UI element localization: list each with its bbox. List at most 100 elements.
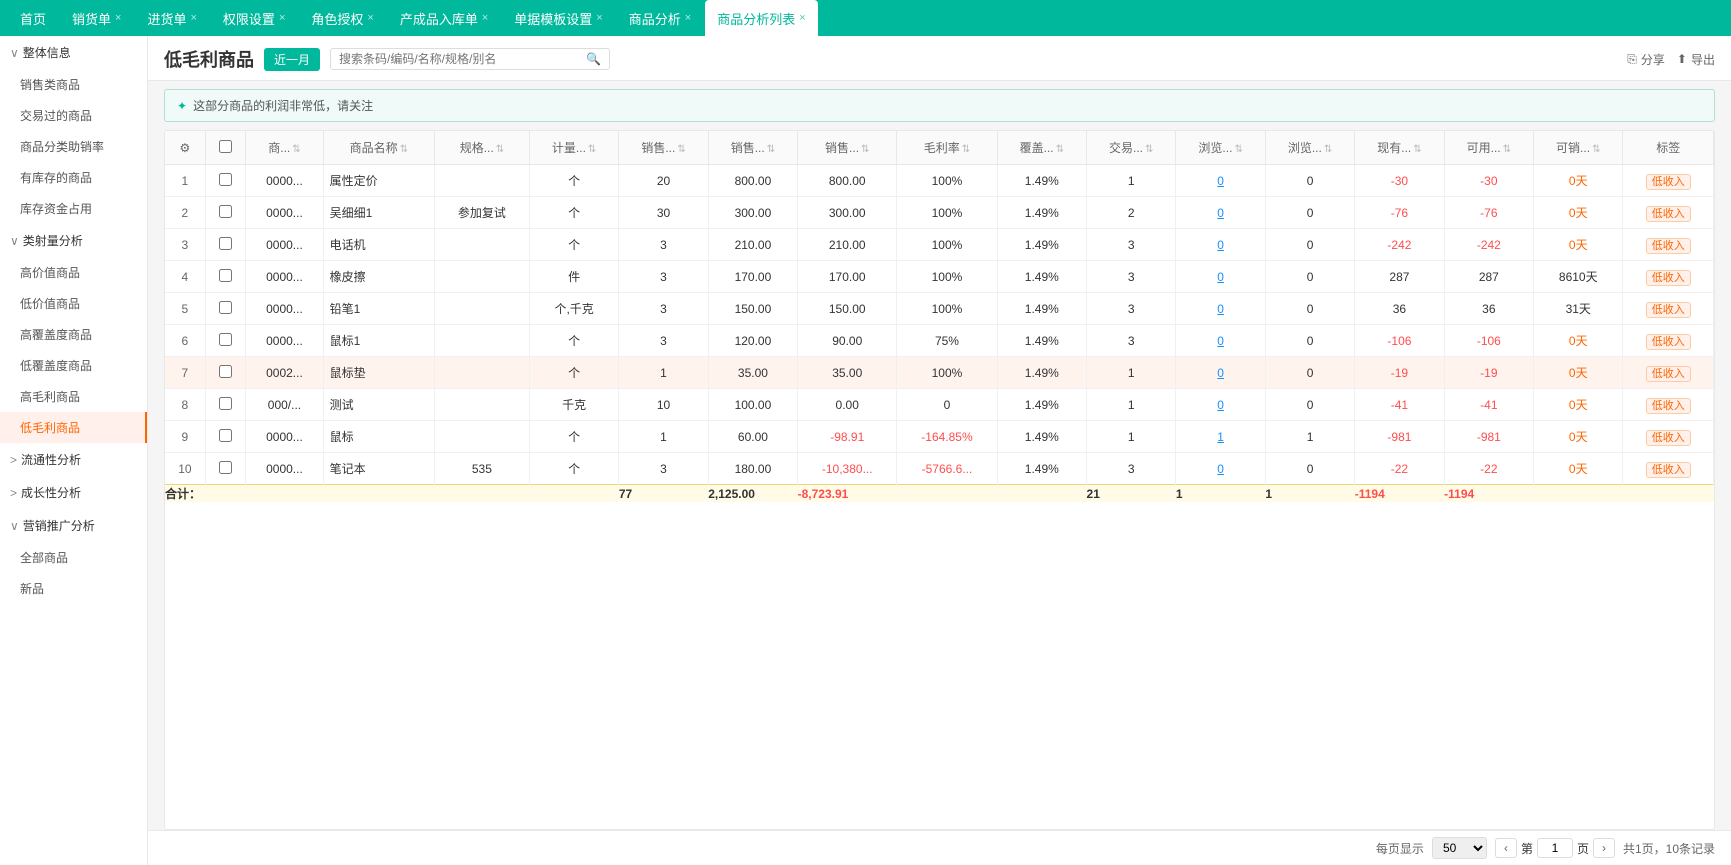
- cell-checkbox[interactable]: [205, 197, 245, 229]
- col-header-views2[interactable]: 浏览...⇅: [1265, 131, 1354, 165]
- sidebar-item-低覆盖度商品[interactable]: 低覆盖度商品: [0, 350, 147, 381]
- cell-checkbox[interactable]: [205, 453, 245, 485]
- col-header-sales_qty[interactable]: 销售...⇅: [619, 131, 708, 165]
- search-input[interactable]: [339, 52, 586, 66]
- sidebar-item-高覆盖度商品[interactable]: 高覆盖度商品: [0, 319, 147, 350]
- nav-item-权限设置[interactable]: 权限设置×: [211, 0, 297, 36]
- nav-close-icon[interactable]: ×: [190, 12, 196, 24]
- prev-page-button[interactable]: ‹: [1495, 838, 1517, 858]
- sidebar-item-交易过的商品[interactable]: 交易过的商品: [0, 100, 147, 131]
- views-link[interactable]: 0: [1217, 302, 1224, 316]
- nav-item-角色授权[interactable]: 角色授权×: [299, 0, 385, 36]
- cell-checkbox[interactable]: [205, 165, 245, 197]
- sidebar-item-高毛利商品[interactable]: 高毛利商品: [0, 381, 147, 412]
- sidebar-item-销售类商品[interactable]: 销售类商品: [0, 69, 147, 100]
- nav-item-商品分析列表[interactable]: 商品分析列表×: [705, 0, 817, 36]
- col-header-unit[interactable]: 计量...⇅: [529, 131, 618, 165]
- views-link[interactable]: 0: [1217, 334, 1224, 348]
- row-checkbox[interactable]: [219, 205, 232, 218]
- row-checkbox[interactable]: [219, 461, 232, 474]
- settings-icon[interactable]: ⚙: [180, 141, 191, 155]
- views-link[interactable]: 0: [1217, 462, 1224, 476]
- cell-views1[interactable]: 0: [1176, 453, 1265, 485]
- export-button[interactable]: ⬆ 导出: [1677, 51, 1715, 68]
- col-header-available[interactable]: 可用...⇅: [1444, 131, 1533, 165]
- cell-checkbox[interactable]: [205, 357, 245, 389]
- nav-item-首页[interactable]: 首页: [8, 0, 58, 36]
- sidebar-item-商品分类助销率[interactable]: 商品分类助销率: [0, 131, 147, 162]
- cell-checkbox[interactable]: [205, 229, 245, 261]
- row-checkbox[interactable]: [219, 269, 232, 282]
- nav-item-商品分析[interactable]: 商品分析×: [617, 0, 703, 36]
- row-checkbox[interactable]: [219, 397, 232, 410]
- nav-item-单据模板设置[interactable]: 单据模板设置×: [502, 0, 614, 36]
- row-checkbox[interactable]: [219, 173, 232, 186]
- sidebar-item-全部商品[interactable]: 全部商品: [0, 542, 147, 573]
- row-checkbox[interactable]: [219, 429, 232, 442]
- row-checkbox[interactable]: [219, 301, 232, 314]
- nav-close-icon[interactable]: ×: [115, 12, 121, 24]
- views-link[interactable]: 0: [1217, 174, 1224, 188]
- views-link[interactable]: 0: [1217, 366, 1224, 380]
- cell-views1[interactable]: 1: [1176, 421, 1265, 453]
- sidebar-item-低价值商品[interactable]: 低价值商品: [0, 288, 147, 319]
- col-header-sales_amount[interactable]: 销售...⇅: [798, 131, 897, 165]
- share-button[interactable]: ⎘ 分享: [1627, 51, 1665, 68]
- row-checkbox[interactable]: [219, 365, 232, 378]
- nav-close-icon[interactable]: ×: [279, 12, 285, 24]
- col-header-sellable[interactable]: 可销...⇅: [1534, 131, 1623, 165]
- sidebar-item-新品[interactable]: 新品: [0, 573, 147, 604]
- sidebar-item-低毛利商品[interactable]: 低毛利商品: [0, 412, 147, 443]
- sidebar-item-有库存的商品[interactable]: 有库存的商品: [0, 162, 147, 193]
- sidebar-group-成长性分析[interactable]: >成长性分析: [0, 476, 147, 509]
- row-checkbox[interactable]: [219, 237, 232, 250]
- cell-checkbox[interactable]: [205, 421, 245, 453]
- col-header-current_stock[interactable]: 现有...⇅: [1355, 131, 1444, 165]
- sidebar-group-整体信息[interactable]: ∨整体信息: [0, 36, 147, 69]
- cell-views1[interactable]: 0: [1176, 165, 1265, 197]
- cell-views1[interactable]: 0: [1176, 229, 1265, 261]
- select-all-checkbox[interactable]: [219, 140, 232, 153]
- sidebar-item-库存资金占用[interactable]: 库存资金占用: [0, 193, 147, 224]
- col-header-views1[interactable]: 浏览...⇅: [1176, 131, 1265, 165]
- nav-item-产成品入库单[interactable]: 产成品入库单×: [388, 0, 500, 36]
- cell-checkbox[interactable]: [205, 389, 245, 421]
- col-header-code[interactable]: 商...⇅: [246, 131, 323, 165]
- col-header-sales_price[interactable]: 销售...⇅: [708, 131, 797, 165]
- col-header-trade[interactable]: 交易...⇅: [1087, 131, 1176, 165]
- page-input[interactable]: [1537, 838, 1573, 858]
- nav-close-icon[interactable]: ×: [685, 12, 691, 24]
- cell-views1[interactable]: 0: [1176, 325, 1265, 357]
- sidebar-item-高价值商品[interactable]: 高价值商品: [0, 257, 147, 288]
- cell-views1[interactable]: 0: [1176, 261, 1265, 293]
- nav-close-icon[interactable]: ×: [367, 12, 373, 24]
- col-header-gross_rate[interactable]: 毛利率⇅: [897, 131, 997, 165]
- cell-views1[interactable]: 0: [1176, 197, 1265, 229]
- cell-checkbox[interactable]: [205, 325, 245, 357]
- cell-views1[interactable]: 0: [1176, 389, 1265, 421]
- nav-close-icon[interactable]: ×: [596, 12, 602, 24]
- views-link[interactable]: 0: [1217, 206, 1224, 220]
- search-icon[interactable]: 🔍: [586, 52, 601, 66]
- sidebar-group-类射量分析[interactable]: ∨类射量分析: [0, 224, 147, 257]
- cell-views1[interactable]: 0: [1176, 357, 1265, 389]
- col-header-name[interactable]: 商品名称⇅: [323, 131, 434, 165]
- sidebar-group-流通性分析[interactable]: >流通性分析: [0, 443, 147, 476]
- nav-close-icon[interactable]: ×: [482, 12, 488, 24]
- views-link[interactable]: 1: [1217, 430, 1224, 444]
- sidebar-group-营销推广分析[interactable]: ∨营销推广分析: [0, 509, 147, 542]
- nav-item-进货单[interactable]: 进货单×: [135, 0, 208, 36]
- cell-checkbox[interactable]: [205, 261, 245, 293]
- cell-checkbox[interactable]: [205, 293, 245, 325]
- col-header-coverage[interactable]: 覆盖...⇅: [997, 131, 1086, 165]
- nav-close-icon[interactable]: ×: [799, 12, 805, 24]
- cell-views1[interactable]: 0: [1176, 293, 1265, 325]
- filter-button[interactable]: 近一月: [264, 48, 320, 71]
- per-page-select[interactable]: 50 100 200: [1432, 837, 1487, 859]
- nav-item-销货单[interactable]: 销货单×: [60, 0, 133, 36]
- next-page-button[interactable]: ›: [1593, 838, 1615, 858]
- views-link[interactable]: 0: [1217, 270, 1224, 284]
- row-checkbox[interactable]: [219, 333, 232, 346]
- views-link[interactable]: 0: [1217, 398, 1224, 412]
- views-link[interactable]: 0: [1217, 238, 1224, 252]
